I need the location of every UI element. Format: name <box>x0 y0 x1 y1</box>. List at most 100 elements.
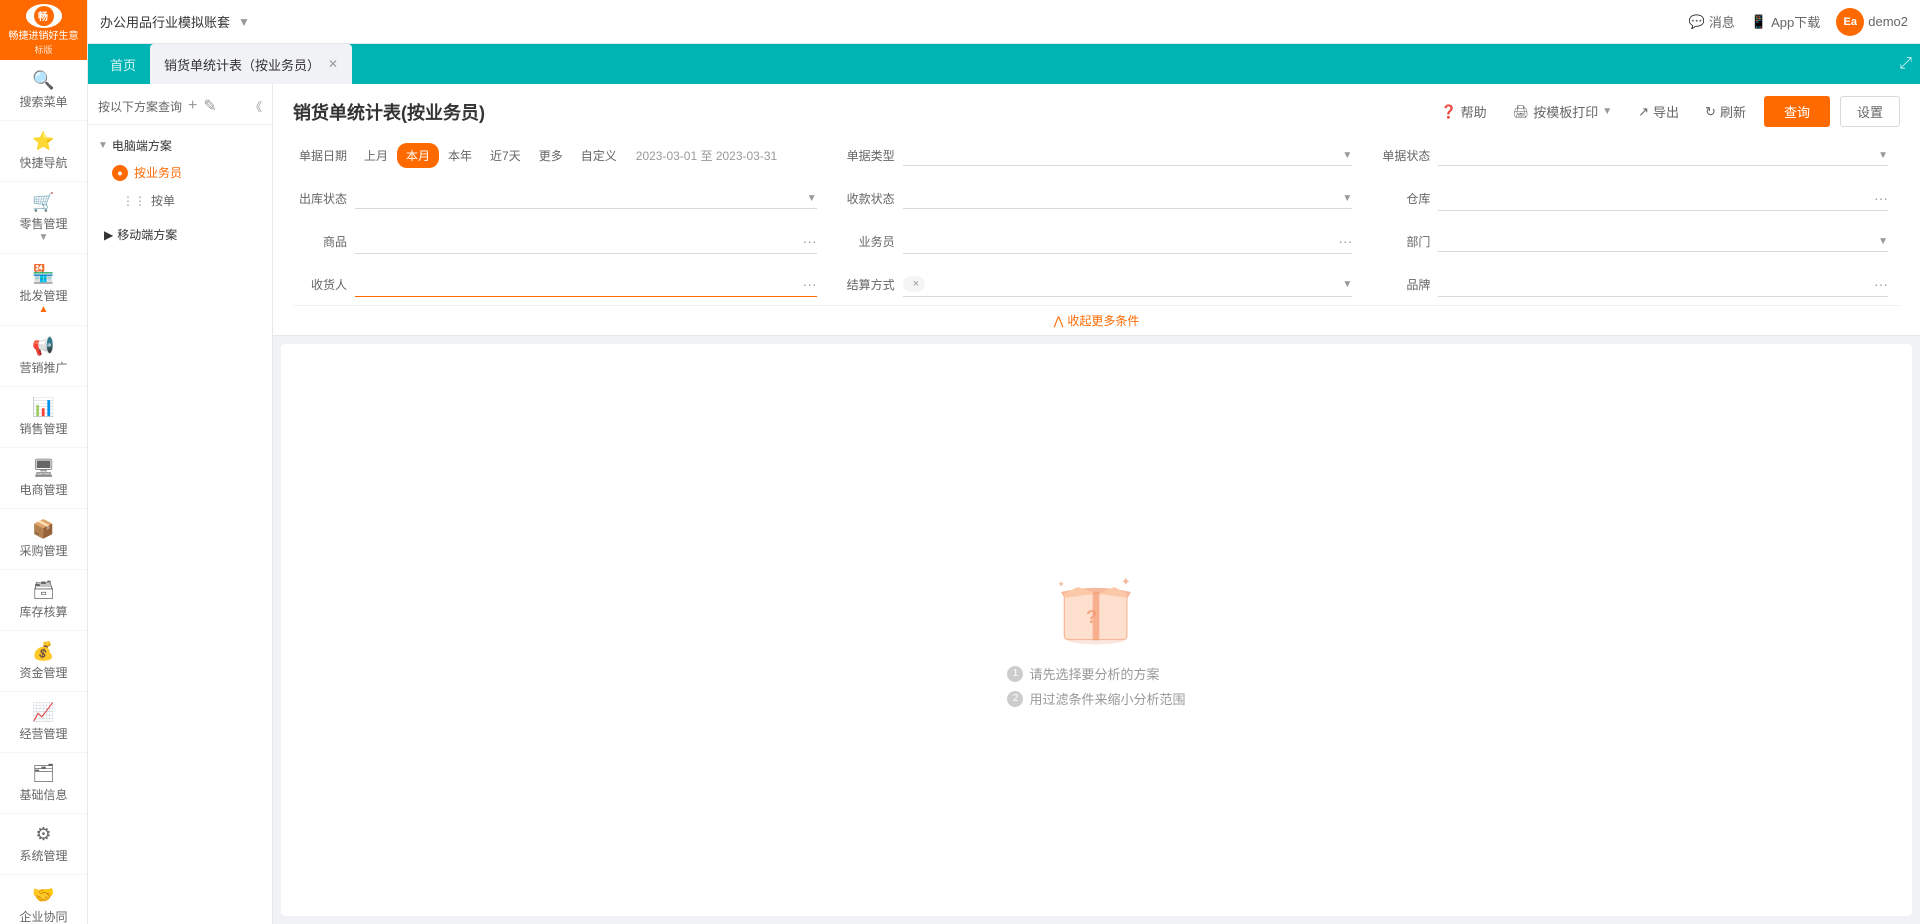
sidebar-basic-label: 基础信息 <box>19 786 67 803</box>
doctype-label: 单据类型 <box>841 147 895 164</box>
left-panel: 按以下方案查询 + ✎ 《 ▼ 电脑端方案 ● 按业务员 ⋮⋮ 按单 <box>88 84 273 924</box>
salesrep-input[interactable] <box>903 234 1335 248</box>
refresh-btn[interactable]: ↻ 刷新 <box>1697 98 1754 125</box>
sidebar-item-ecommerce[interactable]: 🖥 电商管理 <box>0 448 87 509</box>
edit-scheme-btn[interactable]: ✎ <box>203 96 216 116</box>
desktop-group-arrow: ▼ <box>98 140 108 151</box>
filter-cell-outstatus: 出库状态 ▼ <box>293 185 829 213</box>
paymentstatus-select[interactable]: ▼ <box>903 189 1353 209</box>
date-tab-this-month[interactable]: 本月 <box>397 143 439 168</box>
tab-expand-btn[interactable]: ⤢ <box>1899 55 1912 73</box>
refresh-icon: ↻ <box>1705 104 1716 120</box>
sidebar-item-operations[interactable]: 📈 经营管理 <box>0 692 87 753</box>
warehouse-field[interactable]: ··· <box>1438 186 1888 211</box>
topbar-message-btn[interactable]: 💬 消息 <box>1689 12 1735 31</box>
empty-tip-1: 1 请先选择要分析的方案 <box>1007 664 1185 683</box>
consignee-input[interactable] <box>355 277 799 291</box>
sidebar-ecommerce-label: 电商管理 <box>19 481 67 498</box>
tip-num-2: 2 <box>1007 691 1023 707</box>
sales-icon: 📊 <box>32 397 54 418</box>
sub-item-by-order[interactable]: ⋮⋮ 按单 <box>88 187 272 214</box>
sidebar-item-enterprise[interactable]: 🤝 企业协同 <box>0 875 87 924</box>
sidebar-sales-label: 销售管理 <box>19 420 67 437</box>
add-scheme-btn[interactable]: + <box>188 97 197 115</box>
dept-arrow: ▼ <box>1878 236 1888 247</box>
empty-tips: 1 请先选择要分析的方案 2 用过滤条件来缩小分析范围 <box>1007 664 1185 708</box>
sidebar-item-sales[interactable]: 📊 销售管理 <box>0 387 87 448</box>
topbar-user-area[interactable]: Ea demo2 <box>1836 8 1908 36</box>
sidebar-inventory-label: 库存核算 <box>19 603 67 620</box>
goods-field[interactable]: ··· <box>355 229 817 254</box>
sidebar-item-basic[interactable]: 🗂 基础信息 <box>0 753 87 814</box>
doctype-select[interactable]: ▼ <box>903 146 1353 166</box>
sidebar-item-finance[interactable]: 💰 资金管理 <box>0 631 87 692</box>
mobile-scheme-group: ▶ 移动端方案 <box>88 218 272 251</box>
query-button[interactable]: 查询 <box>1764 96 1830 127</box>
sidebar-item-inventory[interactable]: 🗃 库存核算 <box>0 570 87 631</box>
outstatus-select[interactable]: ▼ <box>355 189 817 209</box>
tab-sales-report-label: 销货单统计表（按业务员） <box>164 55 320 74</box>
filter-row-1: 单据日期 上月 本月 本年 近7天 更多 自定义 20 <box>293 139 1900 172</box>
goods-input[interactable] <box>355 234 799 248</box>
paymentstatus-label: 收款状态 <box>841 190 895 207</box>
export-label: 导出 <box>1653 102 1679 121</box>
tab-home[interactable]: 首页 <box>96 44 150 84</box>
refresh-label: 刷新 <box>1720 102 1746 121</box>
retail-icon: 🛒 <box>32 192 54 213</box>
mobile-group-title[interactable]: ▶ 移动端方案 <box>88 222 272 247</box>
ecommerce-icon: 🖥 <box>32 458 55 479</box>
wholesale-arrow: ▲ <box>39 304 49 315</box>
brand-field[interactable]: ··· <box>1438 272 1888 297</box>
settings-button[interactable]: 设置 <box>1840 96 1900 127</box>
sidebar-retail-label: 零售管理 <box>19 215 67 232</box>
purchase-icon: 📦 <box>32 519 54 540</box>
warehouse-dots[interactable]: ··· <box>1874 190 1888 206</box>
date-picker-area: 上月 本月 本年 近7天 更多 自定义 2023-03-01 至 2023-03… <box>355 143 817 168</box>
export-btn[interactable]: ↗ 导出 <box>1630 98 1687 125</box>
sidebar-item-purchase[interactable]: 📦 采购管理 <box>0 509 87 570</box>
filter-cell-consignee: 收货人 ··· <box>293 268 829 301</box>
topbar-appdownload-btn[interactable]: 📱 App下载 <box>1751 12 1820 31</box>
logo-icon: 畅 <box>26 4 62 28</box>
collapse-panel-btn[interactable]: 《 <box>250 98 262 115</box>
salesrep-dots[interactable]: ··· <box>1338 233 1352 249</box>
docstatus-select[interactable]: ▼ <box>1438 146 1888 166</box>
desktop-scheme-group-title[interactable]: ▼ 电脑端方案 <box>88 133 272 158</box>
brand-input[interactable] <box>1438 277 1870 291</box>
date-tab-this-year[interactable]: 本年 <box>439 143 481 168</box>
filter-cell-paymethod: 结算方式 × ▼ <box>829 268 1365 301</box>
collapse-more-btn[interactable]: ⋀ 收起更多条件 <box>293 305 1900 335</box>
goods-dots[interactable]: ··· <box>803 233 817 249</box>
docstatus-label: 单据状态 <box>1376 147 1430 164</box>
paymethod-label: 结算方式 <box>841 276 895 293</box>
date-tab-last-month[interactable]: 上月 <box>355 143 397 168</box>
sidebar-item-system[interactable]: ⚙ 系统管理 <box>0 814 87 875</box>
tab-sales-report[interactable]: 销货单统计表（按业务员） ✕ <box>150 44 352 84</box>
sidebar-item-search[interactable]: 🔍 搜索菜单 <box>0 60 87 121</box>
warehouse-input[interactable] <box>1438 191 1870 205</box>
date-range: 2023-03-01 至 2023-03-31 <box>636 147 777 164</box>
filter-cell-paymentstatus: 收款状态 ▼ <box>829 185 1365 213</box>
main-content: ? ✦ ✦ 1 请先选择要分析的方案 2 用过滤条件来缩小分析范围 <box>281 344 1912 916</box>
date-tab-last7days[interactable]: 近7天 <box>481 143 530 168</box>
print-btn[interactable]: 🖨 按模板打印 ▼ <box>1505 98 1620 125</box>
scheme-item-sales-rep[interactable]: ● 按业务员 <box>88 158 272 187</box>
paymethod-tag-remove[interactable]: × <box>913 278 919 290</box>
brand-dots[interactable]: ··· <box>1874 276 1888 292</box>
sidebar-item-retail[interactable]: 🛒 零售管理 ▼ <box>0 182 87 254</box>
sidebar-item-wholesale[interactable]: 🏪 批发管理 ▲ <box>0 254 87 326</box>
topbar-title: 办公用品行业模拟账套 <box>100 12 230 31</box>
date-tab-custom[interactable]: 自定义 <box>572 143 626 168</box>
consignee-dots[interactable]: ··· <box>803 276 817 292</box>
date-tab-more[interactable]: 更多 <box>530 143 572 168</box>
paymethod-arrow[interactable]: ▼ <box>1342 279 1352 290</box>
topbar-dropdown-icon[interactable]: ▼ <box>238 15 250 29</box>
salesrep-field[interactable]: ··· <box>903 229 1353 254</box>
sidebar-item-quicknav[interactable]: ⭐ 快捷导航 <box>0 121 87 182</box>
tab-close-icon[interactable]: ✕ <box>328 57 338 71</box>
sidebar-item-marketing[interactable]: 📢 营销推广 <box>0 326 87 387</box>
help-btn[interactable]: ❓ 帮助 <box>1432 98 1494 125</box>
paymethod-field[interactable]: × ▼ <box>903 272 1353 297</box>
dept-select[interactable]: ▼ <box>1438 232 1888 252</box>
consignee-field[interactable]: ··· <box>355 272 817 297</box>
